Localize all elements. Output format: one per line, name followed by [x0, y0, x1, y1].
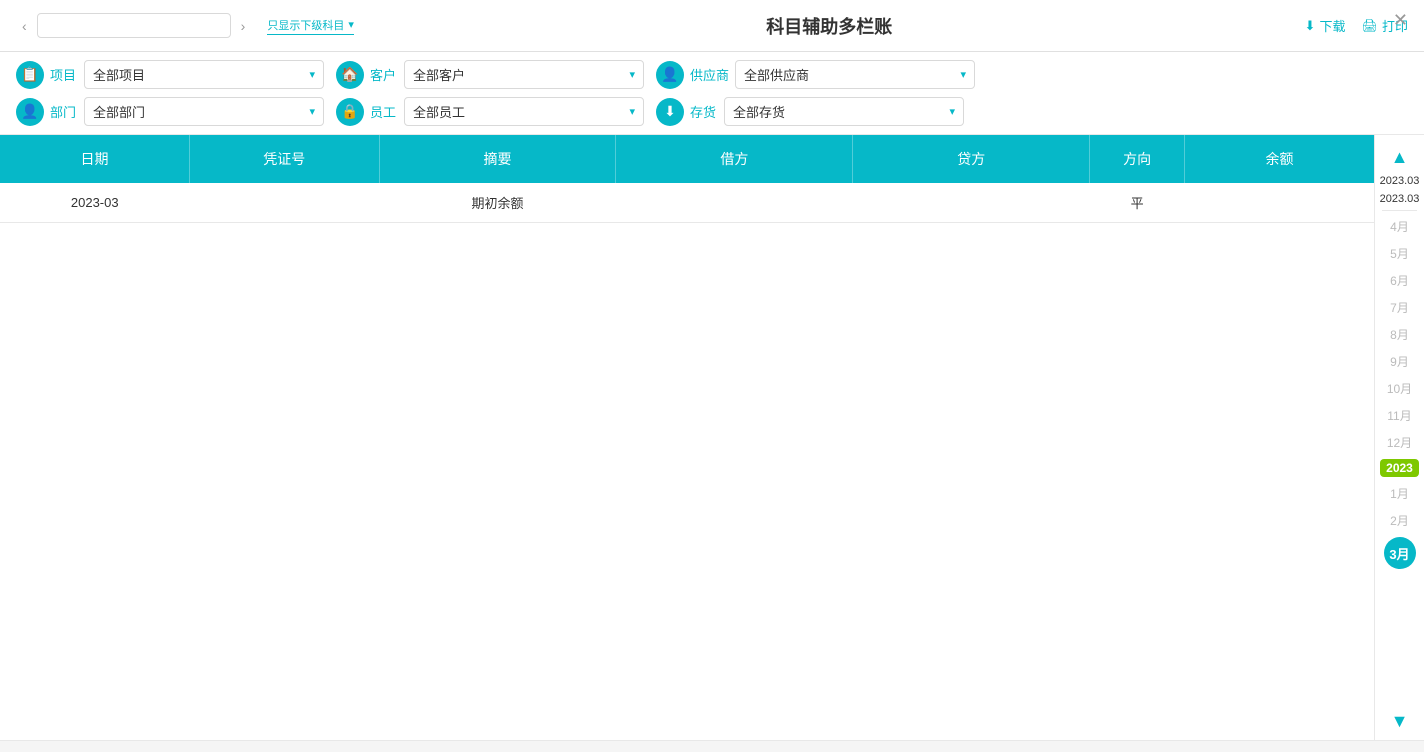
employee-label: 员工 — [370, 102, 398, 121]
main-window: ‹ 6601 销售费用 › 只显示下级科目 ▾ 科目辅助多栏账 ⬇ 下载 🖨 打… — [0, 0, 1424, 752]
sidebar-month-2[interactable]: 2月 — [1375, 507, 1424, 534]
project-icon: 📋 — [16, 61, 44, 89]
sidebar-month-2023-03-1[interactable]: 2023.03 — [1375, 172, 1424, 190]
col-summary: 摘要 — [379, 135, 616, 183]
supplier-label: 供应商 — [690, 65, 729, 84]
cell-date: 2023-03 — [0, 183, 190, 223]
nav-area: ‹ 6601 销售费用 › 只显示下级科目 ▾ — [16, 13, 354, 38]
data-table: 日期 凭证号 摘要 借方 贷方 方向 余额 2023-03 期初余额 — [0, 135, 1374, 223]
employee-value: 全部员工 — [413, 102, 465, 121]
prev-button[interactable]: ‹ — [16, 14, 33, 38]
cell-debit — [616, 183, 853, 223]
department-value: 全部部门 — [93, 102, 145, 121]
sidebar-month-10[interactable]: 10月 — [1375, 375, 1424, 402]
inventory-arrow: ▾ — [949, 105, 955, 118]
cell-balance — [1184, 183, 1374, 223]
sidebar-month-5[interactable]: 5月 — [1375, 240, 1424, 267]
inventory-icon: ⬇ — [656, 98, 684, 126]
customer-arrow: ▾ — [629, 68, 635, 81]
cell-summary: 期初余额 — [379, 183, 616, 223]
department-label: 部门 — [50, 102, 78, 121]
print-icon: 🖨 — [1361, 18, 1378, 34]
sidebar-month-4[interactable]: 4月 — [1375, 213, 1424, 240]
filter-row-2: 👤 部门 全部部门 ▾ 🔒 员工 全部员工 ▾ ⬇ 存货 — [16, 97, 1408, 126]
sidebar-month-3-active[interactable]: 3月 — [1384, 537, 1416, 569]
filter-customer: 🏠 客户 全部客户 ▾ — [336, 60, 644, 89]
table-area: 日期 凭证号 摘要 借方 贷方 方向 余额 2023-03 期初余额 — [0, 135, 1374, 740]
employee-arrow: ▾ — [629, 105, 635, 118]
top-bar: ‹ 6601 销售费用 › 只显示下级科目 ▾ 科目辅助多栏账 ⬇ 下载 🖨 打… — [0, 0, 1424, 52]
department-arrow: ▾ — [309, 105, 315, 118]
project-arrow: ▾ — [309, 68, 315, 81]
col-balance: 余额 — [1184, 135, 1374, 183]
filter-department: 👤 部门 全部部门 ▾ — [16, 97, 324, 126]
cell-voucher — [190, 183, 380, 223]
sidebar-up-button[interactable]: ▲ — [1387, 143, 1413, 172]
supplier-value: 全部供应商 — [744, 65, 809, 84]
col-credit: 贷方 — [853, 135, 1090, 183]
inventory-label: 存货 — [690, 102, 718, 121]
project-value: 全部项目 — [93, 65, 145, 84]
account-code-input[interactable]: 6601 销售费用 — [37, 13, 231, 38]
filter-project: 📋 项目 全部项目 ▾ — [16, 60, 324, 89]
sidebar-year-badge[interactable]: 2023 — [1380, 459, 1419, 477]
filter-row-1: 📋 项目 全部项目 ▾ 🏠 客户 全部客户 ▾ 👤 供应商 — [16, 60, 1408, 89]
supplier-arrow: ▾ — [960, 68, 966, 81]
col-direction: 方向 — [1090, 135, 1185, 183]
download-icon: ⬇ — [1305, 18, 1316, 34]
page-title: 科目辅助多栏账 — [354, 13, 1305, 39]
customer-label: 客户 — [370, 65, 398, 84]
show-sub-label: 只显示下级科目 — [267, 17, 344, 33]
col-date: 日期 — [0, 135, 190, 183]
supplier-select[interactable]: 全部供应商 ▾ — [735, 60, 975, 89]
project-select[interactable]: 全部项目 ▾ — [84, 60, 324, 89]
col-voucher: 凭证号 — [190, 135, 380, 183]
employee-icon: 🔒 — [336, 98, 364, 126]
sidebar-month-12[interactable]: 12月 — [1375, 429, 1424, 456]
sidebar-month-9[interactable]: 9月 — [1375, 348, 1424, 375]
sidebar-divider-1 — [1382, 210, 1416, 211]
supplier-icon: 👤 — [656, 61, 684, 89]
sidebar-month-6[interactable]: 6月 — [1375, 267, 1424, 294]
sidebar-month-1[interactable]: 1月 — [1375, 480, 1424, 507]
filter-area: 📋 项目 全部项目 ▾ 🏠 客户 全部客户 ▾ 👤 供应商 — [0, 52, 1424, 135]
bottom-scrollbar[interactable] — [0, 740, 1424, 752]
customer-value: 全部客户 — [413, 65, 465, 84]
sidebar-down-button[interactable]: ▼ — [1387, 707, 1413, 736]
department-select[interactable]: 全部部门 ▾ — [84, 97, 324, 126]
right-sidebar: ▲ 2023.03 2023.03 4月 5月 6月 7月 8月 9月 10月 … — [1374, 135, 1424, 740]
department-icon: 👤 — [16, 98, 44, 126]
next-button[interactable]: › — [235, 14, 252, 38]
inventory-value: 全部存货 — [733, 102, 785, 121]
employee-select[interactable]: 全部员工 ▾ — [404, 97, 644, 126]
download-button[interactable]: ⬇ 下载 — [1305, 16, 1346, 35]
cell-direction: 平 — [1090, 183, 1185, 223]
customer-icon: 🏠 — [336, 61, 364, 89]
filter-inventory: ⬇ 存货 全部存货 ▾ — [656, 97, 964, 126]
project-label: 项目 — [50, 65, 78, 84]
sidebar-month-11[interactable]: 11月 — [1375, 402, 1424, 429]
filter-employee: 🔒 员工 全部员工 ▾ — [336, 97, 644, 126]
sidebar-month-7[interactable]: 7月 — [1375, 294, 1424, 321]
table-row: 2023-03 期初余额 平 — [0, 183, 1374, 223]
col-debit: 借方 — [616, 135, 853, 183]
filter-supplier: 👤 供应商 全部供应商 ▾ — [656, 60, 975, 89]
sidebar-month-2023-03-2[interactable]: 2023.03 — [1375, 190, 1424, 208]
download-label: 下载 — [1319, 16, 1345, 35]
close-button[interactable]: ✕ — [1393, 10, 1408, 31]
cell-credit — [853, 183, 1090, 223]
show-sub-toggle[interactable]: 只显示下级科目 ▾ — [267, 17, 354, 35]
sidebar-month-8[interactable]: 8月 — [1375, 321, 1424, 348]
inventory-select[interactable]: 全部存货 ▾ — [724, 97, 964, 126]
customer-select[interactable]: 全部客户 ▾ — [404, 60, 644, 89]
